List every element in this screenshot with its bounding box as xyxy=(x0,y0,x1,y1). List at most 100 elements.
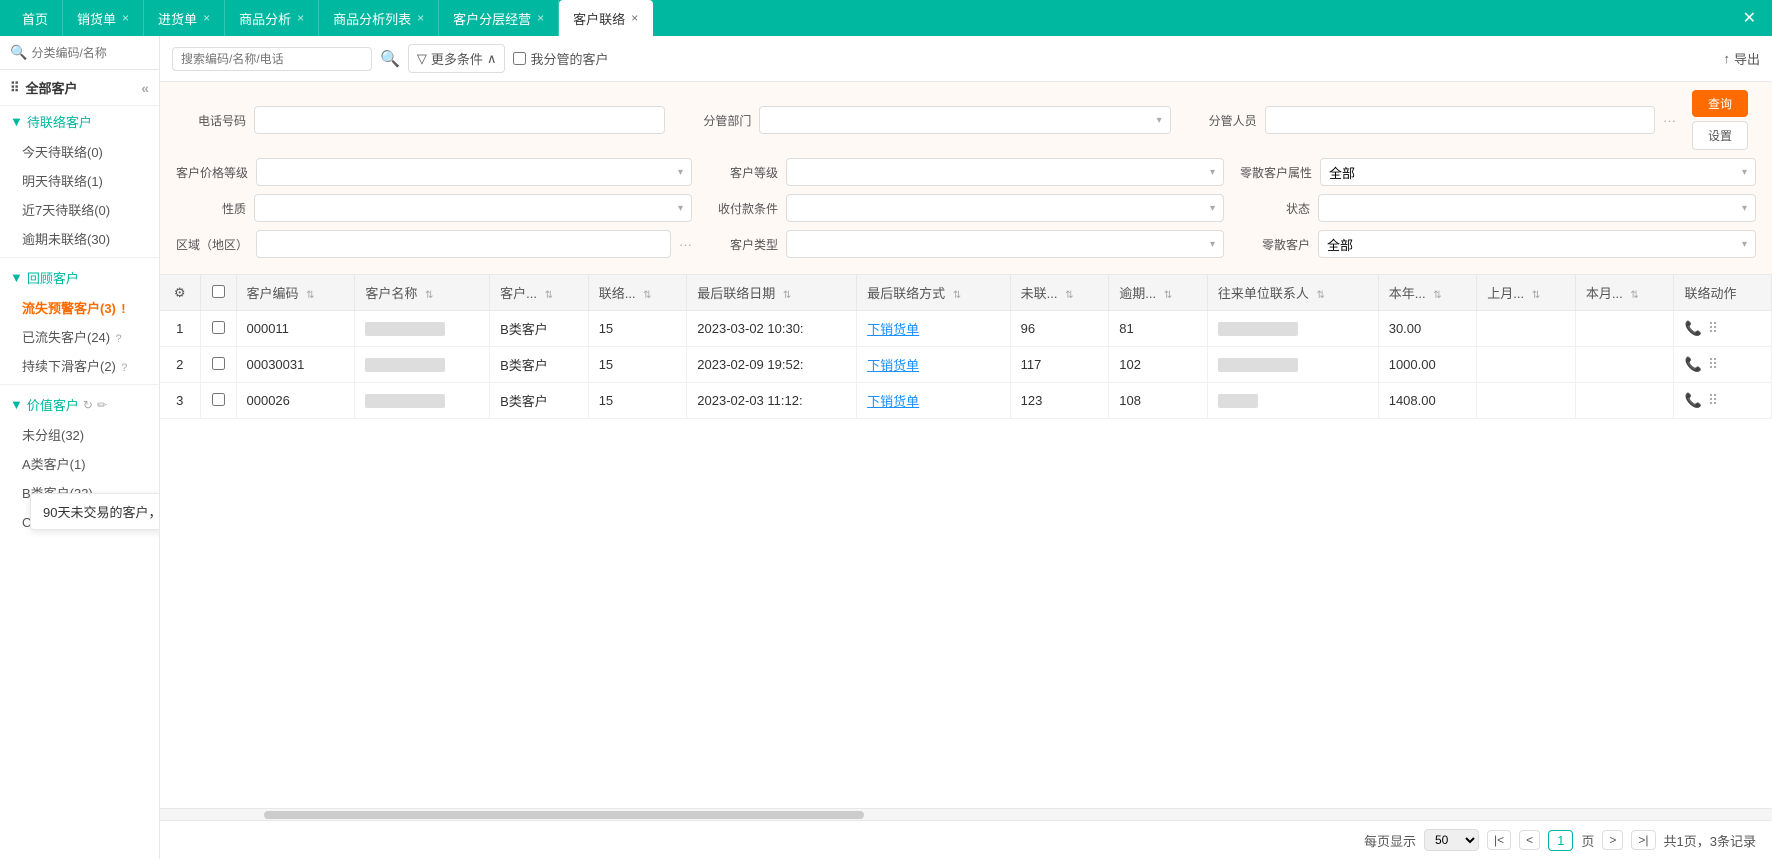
td-method-3[interactable]: 下销货单 xyxy=(857,383,1011,419)
filter-select-customer-type[interactable]: ▾ xyxy=(786,230,1224,258)
sidebar-item-7day-pending[interactable]: 近7天待联络(0) xyxy=(0,195,159,224)
td-checkbox-1[interactable] xyxy=(200,311,236,347)
edit-icon[interactable]: ✏ xyxy=(97,398,107,412)
filter-select-scatter[interactable]: 全部 ▾ xyxy=(1318,230,1756,258)
action-phone-icon-2[interactable]: 📞 xyxy=(1684,356,1701,373)
sidebar-item-declining-customers[interactable]: 持续下滑客户(2) ? xyxy=(0,351,159,380)
filter-field-dept: 分管部门 ▾ xyxy=(681,106,1170,134)
filter-label-scatter: 零散客户 xyxy=(1240,236,1310,253)
per-page-select[interactable]: 50 100 200 xyxy=(1424,829,1479,851)
query-button[interactable]: 查询 xyxy=(1692,90,1748,117)
filter-input-phone[interactable] xyxy=(254,106,665,134)
tab-close-customer-stratification[interactable]: × xyxy=(537,11,544,25)
th-last-contact-method[interactable]: 最后联络方式 ⇅ xyxy=(857,275,1011,311)
th-customer-code[interactable]: 客户编码 ⇅ xyxy=(236,275,355,311)
tab-sales-order[interactable]: 销货单 × xyxy=(63,0,144,36)
current-page: 1 xyxy=(1548,830,1573,851)
tab-close-sales-order[interactable]: × xyxy=(122,11,129,25)
filter-row-3: 性质 ▾ 收付款条件 ▾ 状态 xyxy=(176,194,1756,222)
td-type-2: B类客户 xyxy=(490,347,589,383)
filter-select-customer-level[interactable]: ▾ xyxy=(786,158,1224,186)
filter-select-dept[interactable]: ▾ xyxy=(759,106,1170,134)
action-more-icon-1[interactable]: ⠿ xyxy=(1708,320,1718,337)
action-phone-icon-1[interactable]: 📞 xyxy=(1684,320,1701,337)
filter-label-price-level: 客户价格等级 xyxy=(176,164,248,181)
sidebar-group-pending-contact[interactable]: ▼ 待联络客户 xyxy=(0,106,159,137)
last-page-btn[interactable]: >| xyxy=(1631,830,1655,850)
tab-close-product-analysis[interactable]: × xyxy=(297,11,304,25)
filter-dots-person[interactable]: ··· xyxy=(1663,113,1676,128)
my-customers-checkbox-label[interactable]: 我分管的客户 xyxy=(513,49,608,68)
close-window-btn[interactable]: ✕ xyxy=(1735,8,1764,28)
filter-select-status[interactable]: ▾ xyxy=(1318,194,1756,222)
td-checkbox-2[interactable] xyxy=(200,347,236,383)
action-phone-icon-3[interactable]: 📞 xyxy=(1684,392,1701,409)
tab-close-purchase-order[interactable]: × xyxy=(203,11,210,25)
td-contacts-1 xyxy=(1207,311,1378,347)
tab-product-analysis-list[interactable]: 商品分析列表 × xyxy=(319,0,439,36)
sidebar-item-lost-customers[interactable]: 已流失客户(24) ? xyxy=(0,322,159,351)
filter-search-input[interactable] xyxy=(172,47,372,71)
action-more-icon-3[interactable]: ⠿ xyxy=(1708,392,1718,409)
next-page-btn[interactable]: > xyxy=(1602,830,1623,850)
sidebar-group-review[interactable]: ▼ 回顾客户 xyxy=(0,262,159,293)
sidebar-item-overdue-pending[interactable]: 逾期未联络(30) xyxy=(0,224,159,253)
th-overdue[interactable]: 逾期... ⇅ xyxy=(1109,275,1208,311)
collapse-icon[interactable]: « xyxy=(141,80,149,96)
filter-search-button[interactable]: 🔍 xyxy=(380,49,400,69)
row-checkbox-2[interactable] xyxy=(212,357,225,370)
th-settings[interactable]: ⚙ xyxy=(160,275,200,311)
td-checkbox-3[interactable] xyxy=(200,383,236,419)
th-this-month[interactable]: 本月... ⇅ xyxy=(1575,275,1674,311)
th-checkbox[interactable] xyxy=(200,275,236,311)
settings-button[interactable]: 设置 xyxy=(1692,121,1748,150)
sidebar-item-ungrouped[interactable]: 未分组(32) xyxy=(0,420,159,449)
th-last-contact-date[interactable]: 最后联络日期 ⇅ xyxy=(687,275,857,311)
filter-input-person[interactable] xyxy=(1265,106,1655,134)
sidebar-search-input[interactable] xyxy=(31,46,149,60)
th-customer-type[interactable]: 客户... ⇅ xyxy=(490,275,589,311)
first-page-btn[interactable]: |< xyxy=(1487,830,1511,850)
my-customers-checkbox[interactable] xyxy=(513,52,526,65)
chevron-down-payment-icon: ▾ xyxy=(1210,203,1215,214)
tab-close-product-analysis-list[interactable]: × xyxy=(417,11,424,25)
th-customer-name[interactable]: 客户名称 ⇅ xyxy=(355,275,490,311)
th-this-year[interactable]: 本年... ⇅ xyxy=(1378,275,1477,311)
filter-select-payment-terms[interactable]: ▾ xyxy=(786,194,1224,222)
row-checkbox-3[interactable] xyxy=(212,393,225,406)
export-button[interactable]: ↑ 导出 xyxy=(1723,49,1760,68)
filter-select-scatter-attr[interactable]: 全部 ▾ xyxy=(1320,158,1756,186)
th-last-month[interactable]: 上月... ⇅ xyxy=(1477,275,1576,311)
filter-dots-region[interactable]: ··· xyxy=(679,237,692,252)
th-contacts-person[interactable]: 往来单位联系人 ⇅ xyxy=(1207,275,1378,311)
tab-home[interactable]: 首页 xyxy=(8,0,63,36)
prev-page-btn[interactable]: < xyxy=(1519,830,1540,850)
sidebar-item-churn-warning[interactable]: 流失预警客户(3) ! xyxy=(0,293,159,322)
refresh-icon[interactable]: ↻ xyxy=(83,398,93,412)
sidebar-item-tomorrow-pending[interactable]: 明天待联络(1) xyxy=(0,166,159,195)
sidebar-all-customers[interactable]: ⠿ 全部客户 « xyxy=(0,70,159,106)
scrollbar-thumb[interactable] xyxy=(264,811,864,819)
filter-more-conditions-btn[interactable]: ▽ 更多条件 ∧ xyxy=(408,44,506,73)
tab-customer-stratification[interactable]: 客户分层经营 × xyxy=(439,0,559,36)
info-icon-2: ? xyxy=(121,362,127,374)
tab-product-analysis[interactable]: 商品分析 × xyxy=(225,0,319,36)
row-checkbox-1[interactable] xyxy=(212,321,225,334)
select-all-checkbox[interactable] xyxy=(212,285,225,298)
filter-input-region[interactable] xyxy=(256,230,671,258)
sidebar-group-value[interactable]: ▼ 价值客户 ↻ ✏ xyxy=(0,389,159,420)
filter-select-price-level[interactable]: ▾ xyxy=(256,158,692,186)
sidebar-item-class-a[interactable]: A类客户(1) xyxy=(0,449,159,478)
th-contact[interactable]: 联络... ⇅ xyxy=(588,275,687,311)
filter-select-nature[interactable]: ▾ xyxy=(254,194,692,222)
th-uncontacted[interactable]: 未联... ⇅ xyxy=(1010,275,1109,311)
horizontal-scrollbar[interactable] xyxy=(160,808,1772,820)
sidebar-item-today-pending[interactable]: 今天待联络(0) xyxy=(0,137,159,166)
action-more-icon-2[interactable]: ⠿ xyxy=(1708,356,1718,373)
tab-customer-contact[interactable]: 客户联络 × xyxy=(559,0,653,36)
tab-purchase-order[interactable]: 进货单 × xyxy=(144,0,225,36)
tab-close-customer-contact[interactable]: × xyxy=(631,11,638,25)
sort-method-icon: ⇅ xyxy=(953,290,961,301)
td-method-2[interactable]: 下销货单 xyxy=(857,347,1011,383)
td-method-1[interactable]: 下销货单 xyxy=(857,311,1011,347)
